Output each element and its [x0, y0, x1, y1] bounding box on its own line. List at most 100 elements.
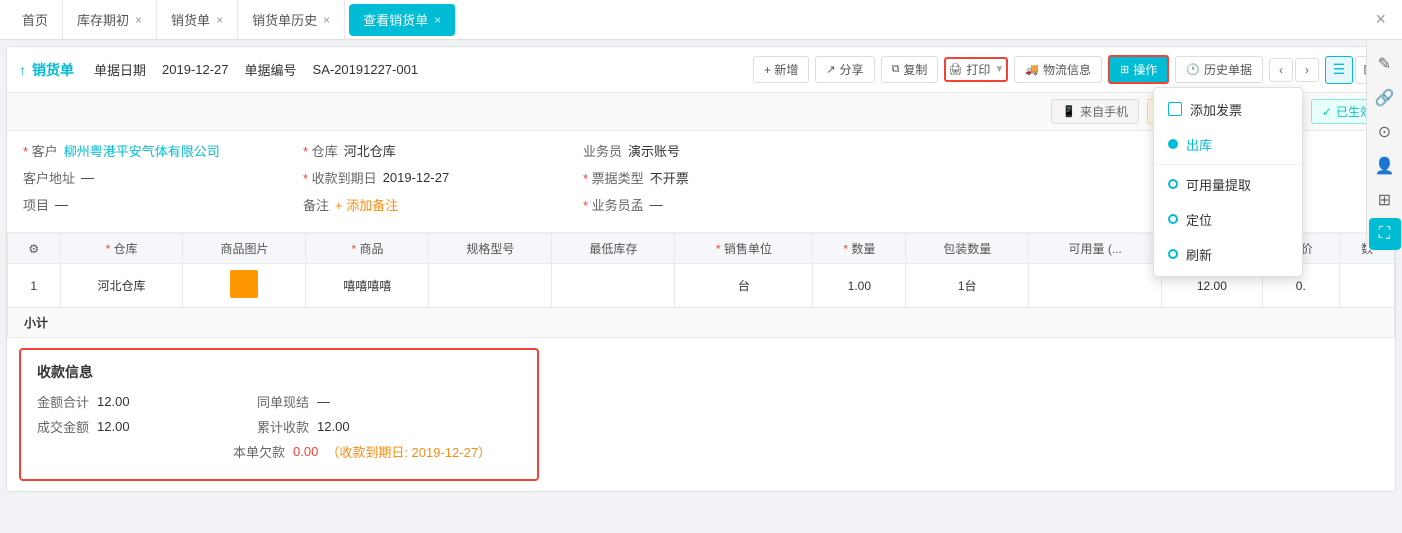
payment-row-3: 本单欠款 0.00 （收款到期日: 2019-12-27）: [37, 442, 521, 461]
col-available: 可用量 (...: [1029, 234, 1162, 264]
tab-home[interactable]: 首页: [8, 0, 63, 40]
add-invoice-icon: [1168, 102, 1182, 116]
warehouse-field: 仓库 河北仓库: [303, 141, 563, 160]
ticket-type-label: 票据类型: [583, 168, 644, 187]
tab-inventory-close[interactable]: ×: [135, 13, 142, 27]
add-invoice-label: 添加发票: [1190, 100, 1242, 119]
tab-view-close[interactable]: ×: [434, 13, 441, 27]
col-pack-qty: 包装数量: [906, 234, 1029, 264]
prev-button[interactable]: ‹: [1269, 58, 1293, 82]
col-min-stock: 最低库存: [552, 234, 675, 264]
side-circle-icon[interactable]: ⊙: [1369, 116, 1401, 148]
tab-sales-close[interactable]: ×: [216, 13, 223, 27]
subtotal-row: 小计: [8, 308, 1395, 338]
ticket-type-value: 不开票: [650, 168, 689, 187]
tab-inventory-label: 库存期初: [77, 10, 129, 29]
transaction-amount-field: 成交金额 12.00: [37, 417, 217, 436]
from-phone-button[interactable]: 📱 来自手机: [1051, 99, 1139, 124]
cumulative-payment-label: 累计收款: [257, 417, 309, 436]
side-user-icon[interactable]: 👤: [1369, 150, 1401, 182]
doc-header: ↑ 销货单 单据日期 2019-12-27 单据编号 SA-20191227-0…: [7, 47, 1395, 93]
add-note-button[interactable]: + 添加备注: [335, 195, 398, 214]
col-warehouse: 仓库: [60, 234, 183, 264]
row-product: 嘻嘻嘻嘻: [306, 264, 429, 308]
logistics-button[interactable]: 🚚 物流信息: [1014, 56, 1102, 83]
payment-section: 收款信息 金额合计 12.00 同单现结 — 成交金额 12.00 累计收款: [19, 348, 539, 481]
row-num: 1: [8, 264, 61, 308]
address-label: 客户地址: [23, 168, 75, 187]
current-balance-value: 0.00: [293, 444, 318, 459]
from-phone-label: 来自手机: [1080, 103, 1128, 120]
side-expand-icon[interactable]: ⛶: [1369, 218, 1401, 250]
salesperson-field: 业务员 演示账号: [583, 141, 843, 160]
operation-button-label: 操作: [1133, 61, 1157, 78]
tab-bar: 首页 库存期初 × 销货单 × 销货单历史 × 查看销货单 × ×: [0, 0, 1402, 40]
total-amount-label: 金额合计: [37, 392, 89, 411]
payment-due-value: 2019-12-27: [383, 170, 450, 185]
tab-history-close[interactable]: ×: [323, 13, 330, 27]
address-value: —: [81, 170, 94, 185]
row-warehouse: 河北仓库: [60, 264, 183, 308]
date-value: 2019-12-27: [162, 62, 229, 77]
toolbar-right: + 新增 ↗ 分享 ⧉ 复制 🖨 打印 ▼ 🚚 物流信息: [753, 55, 1383, 84]
col-settings: ⚙: [8, 234, 61, 264]
balance-note: （收款到期日: 2019-12-27）: [326, 442, 491, 461]
salesperson-value: 演示账号: [628, 141, 680, 160]
side-edit-icon[interactable]: ✎: [1369, 48, 1401, 80]
transaction-amount-value: 12.00: [97, 419, 130, 434]
print-button-label: 打印: [966, 61, 990, 78]
locate-icon: [1168, 214, 1178, 224]
customer-value[interactable]: 柳州粤港平安气体有限公司: [64, 141, 220, 160]
dropdown-outbound[interactable]: 出库: [1154, 127, 1302, 162]
locate-label: 定位: [1186, 210, 1212, 229]
tab-view-sales[interactable]: 查看销货单 ×: [349, 4, 456, 36]
dropdown-add-invoice[interactable]: 添加发票: [1154, 92, 1302, 127]
row-available: [1029, 264, 1162, 308]
tab-inventory-init[interactable]: 库存期初 ×: [63, 0, 157, 40]
outbound-icon: [1168, 139, 1178, 149]
next-button[interactable]: ›: [1295, 58, 1319, 82]
cumulative-payment-value: 12.00: [317, 419, 350, 434]
salesperson-label: 业务员: [583, 141, 622, 160]
address-field: 客户地址 —: [23, 168, 283, 187]
tab-sales-order[interactable]: 销货单 ×: [157, 0, 238, 40]
row-sales-unit: 台: [675, 264, 813, 308]
note-field: 备注 + 添加备注: [303, 195, 563, 214]
list-view-button[interactable]: ☰: [1325, 56, 1353, 84]
new-button[interactable]: + 新增: [753, 56, 809, 83]
row-more: [1340, 264, 1395, 308]
dropdown-refresh[interactable]: 刷新: [1154, 237, 1302, 272]
new-button-label: + 新增: [764, 61, 798, 78]
transaction-amount-label: 成交金额: [37, 417, 89, 436]
doc-meta: 单据日期 2019-12-27 单据编号 SA-20191227-001: [94, 60, 418, 79]
outbound-label: 出库: [1186, 135, 1212, 154]
share-button[interactable]: ↗ 分享: [815, 56, 874, 83]
tab-sales-history[interactable]: 销货单历史 ×: [238, 0, 345, 40]
main-area: ↑ 销货单 单据日期 2019-12-27 单据编号 SA-20191227-0…: [6, 46, 1396, 492]
dropdown-locate[interactable]: 定位: [1154, 202, 1302, 237]
col-product-image: 商品图片: [183, 234, 306, 264]
customer-label: 客户: [23, 141, 58, 160]
col-sales-unit: 销售单位: [675, 234, 813, 264]
tab-sales-label: 销货单: [171, 10, 210, 29]
available-qty-label: 可用量提取: [1186, 175, 1251, 194]
side-link-icon[interactable]: 🔗: [1369, 82, 1401, 114]
window-close-button[interactable]: ×: [1367, 9, 1394, 30]
share-button-label: 分享: [840, 61, 864, 78]
history-button[interactable]: 🕐 历史单据: [1175, 56, 1263, 83]
total-amount-value: 12.00: [97, 394, 130, 409]
payment-row-1: 金额合计 12.00 同单现结 —: [37, 392, 521, 411]
tab-home-label: 首页: [22, 10, 48, 29]
number-value: SA-20191227-001: [313, 62, 419, 77]
row-quantity: 1.00: [813, 264, 906, 308]
row-min-stock: [552, 264, 675, 308]
history-button-label: 历史单据: [1204, 61, 1252, 78]
copy-button[interactable]: ⧉ 复制: [881, 56, 939, 83]
sales-agent-label: 业务员孟: [583, 195, 644, 214]
operation-button[interactable]: ⊞ 操作: [1108, 55, 1169, 84]
print-button[interactable]: 🖨 打印 ▼: [944, 57, 1008, 82]
dropdown-available-qty[interactable]: 可用量提取: [1154, 167, 1302, 202]
logistics-button-label: 物流信息: [1043, 61, 1091, 78]
copy-button-label: 复制: [903, 61, 927, 78]
side-table-icon[interactable]: ⊞: [1369, 184, 1401, 216]
